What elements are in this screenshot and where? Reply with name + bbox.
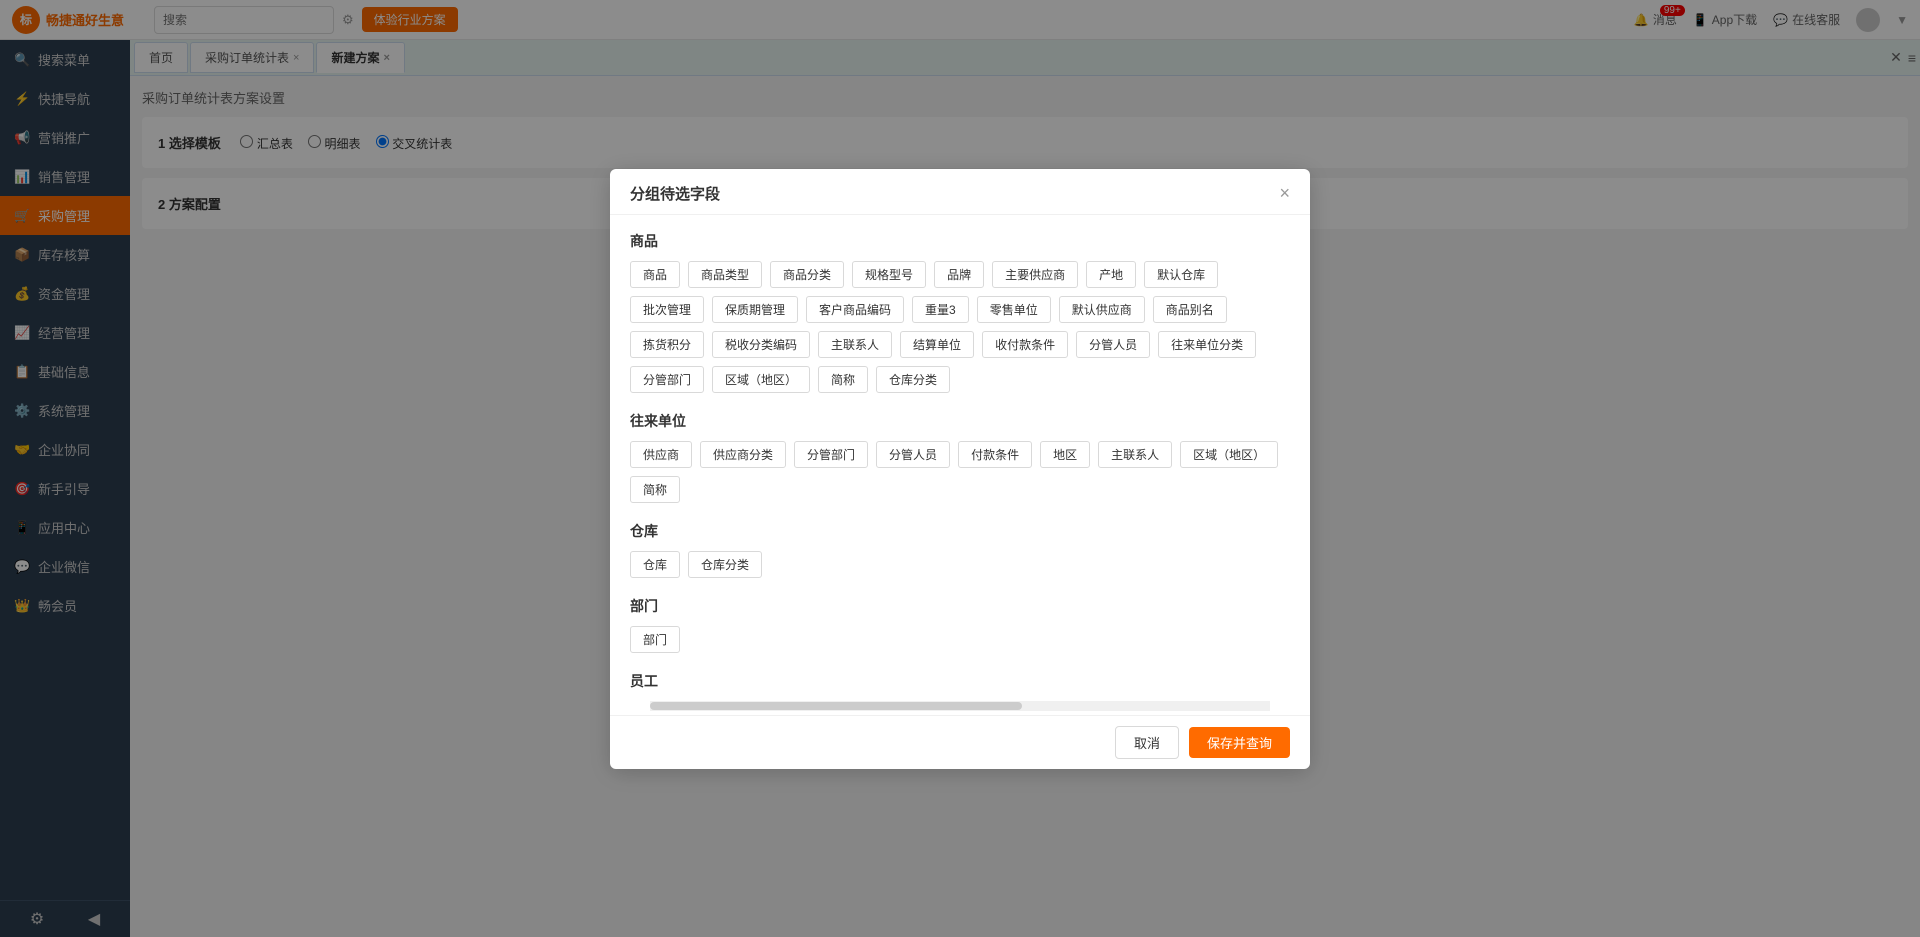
tag-manage-person[interactable]: 分管人员	[876, 441, 950, 468]
section-counterparty-title: 往来单位	[630, 411, 1290, 431]
tag-short-name[interactable]: 简称	[818, 366, 868, 393]
tag-wh[interactable]: 仓库	[630, 551, 680, 578]
modal-body: 商品 商品 商品类型 商品分类 规格型号 品牌 主要供应商 产地 默认仓库 批次…	[610, 215, 1310, 701]
tag-dept[interactable]: 部门	[630, 626, 680, 653]
tag-warehouse-category[interactable]: 仓库分类	[876, 366, 950, 393]
tag-region-geo[interactable]: 区域（地区）	[712, 366, 810, 393]
tag-main-supplier[interactable]: 主要供应商	[992, 261, 1078, 288]
tag-origin[interactable]: 产地	[1086, 261, 1136, 288]
modal-header: 分组待选字段 ×	[610, 169, 1310, 215]
tag-alias[interactable]: 商品别名	[1153, 296, 1227, 323]
tag-payment-terms[interactable]: 收付款条件	[982, 331, 1068, 358]
section-employee: 员工 业务员	[630, 671, 1290, 701]
tag-product-type[interactable]: 商品类型	[688, 261, 762, 288]
tag-retail-unit[interactable]: 零售单位	[977, 296, 1051, 323]
tag-default-supplier[interactable]: 默认供应商	[1059, 296, 1145, 323]
modal: 分组待选字段 × 商品 商品 商品类型 商品分类 规格型号 品牌 主要供应商 产…	[610, 169, 1310, 769]
tag-manage-dept[interactable]: 分管部门	[794, 441, 868, 468]
tag-wh-category[interactable]: 仓库分类	[688, 551, 762, 578]
modal-title: 分组待选字段	[630, 183, 720, 204]
tag-short-name2[interactable]: 简称	[630, 476, 680, 503]
section-counterparty: 往来单位 供应商 供应商分类 分管部门 分管人员 付款条件 地区 主联系人 区域…	[630, 411, 1290, 503]
modal-scrollbar[interactable]	[650, 701, 1270, 711]
tag-product-category[interactable]: 商品分类	[770, 261, 844, 288]
tag-brand[interactable]: 品牌	[934, 261, 984, 288]
tag-from-unit-category[interactable]: 往来单位分类	[1158, 331, 1256, 358]
tag-region-geo2[interactable]: 区域（地区）	[1180, 441, 1278, 468]
cancel-button[interactable]: 取消	[1115, 726, 1179, 759]
confirm-button[interactable]: 保存并查询	[1189, 727, 1290, 758]
section-department: 部门 部门	[630, 596, 1290, 653]
product-tags: 商品 商品类型 商品分类 规格型号 品牌 主要供应商 产地 默认仓库 批次管理 …	[630, 261, 1290, 393]
section-product-title: 商品	[630, 231, 1290, 251]
tag-contact2[interactable]: 主联系人	[1098, 441, 1172, 468]
tag-payment-condition[interactable]: 付款条件	[958, 441, 1032, 468]
section-product: 商品 商品 商品类型 商品分类 规格型号 品牌 主要供应商 产地 默认仓库 批次…	[630, 231, 1290, 393]
modal-footer: 取消 保存并查询	[610, 715, 1310, 769]
tag-tax-code[interactable]: 税收分类编码	[712, 331, 810, 358]
tag-dept-mgmt[interactable]: 分管部门	[630, 366, 704, 393]
section-employee-title: 员工	[630, 671, 1290, 691]
tag-spec-model[interactable]: 规格型号	[852, 261, 926, 288]
modal-overlay: 分组待选字段 × 商品 商品 商品类型 商品分类 规格型号 品牌 主要供应商 产…	[0, 0, 1920, 937]
modal-close-button[interactable]: ×	[1279, 183, 1290, 204]
tag-manager[interactable]: 分管人员	[1076, 331, 1150, 358]
tag-product[interactable]: 商品	[630, 261, 680, 288]
counterparty-tags: 供应商 供应商分类 分管部门 分管人员 付款条件 地区 主联系人 区域（地区） …	[630, 441, 1290, 503]
tag-pick-score[interactable]: 拣货积分	[630, 331, 704, 358]
section-warehouse-title: 仓库	[630, 521, 1290, 541]
tag-customer-code[interactable]: 客户商品编码	[806, 296, 904, 323]
tag-batch-mgmt[interactable]: 批次管理	[630, 296, 704, 323]
tag-expiry-mgmt[interactable]: 保质期管理	[712, 296, 798, 323]
tag-weight3[interactable]: 重量3	[912, 296, 969, 323]
tag-supplier-category[interactable]: 供应商分类	[700, 441, 786, 468]
tag-default-warehouse[interactable]: 默认仓库	[1144, 261, 1218, 288]
tag-region2[interactable]: 地区	[1040, 441, 1090, 468]
warehouse-tags: 仓库 仓库分类	[630, 551, 1290, 578]
scrollbar-thumb	[650, 702, 1022, 710]
department-tags: 部门	[630, 626, 1290, 653]
section-department-title: 部门	[630, 596, 1290, 616]
tag-main-contact[interactable]: 主联系人	[818, 331, 892, 358]
section-warehouse: 仓库 仓库 仓库分类	[630, 521, 1290, 578]
tag-settlement-unit[interactable]: 结算单位	[900, 331, 974, 358]
tag-supplier[interactable]: 供应商	[630, 441, 692, 468]
